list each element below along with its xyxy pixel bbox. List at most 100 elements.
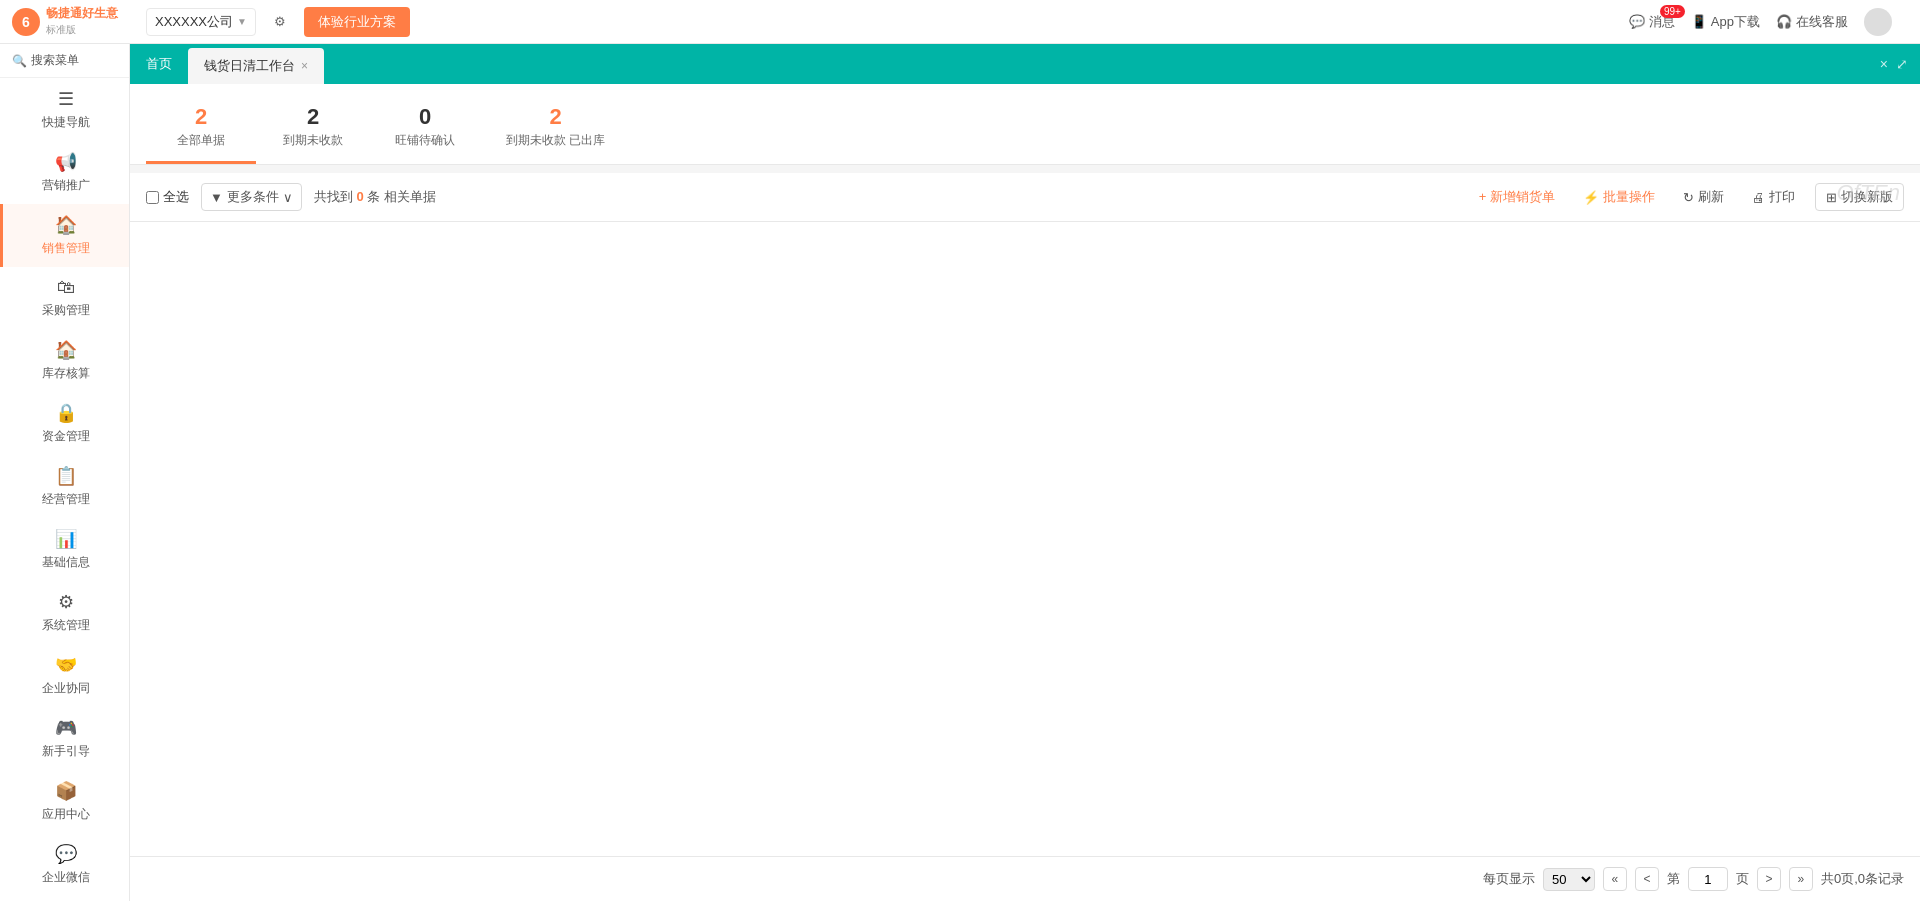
filter-icon: ▼ [210, 190, 223, 205]
sidebar-item-label: 系统管理 [42, 617, 90, 634]
per-page-label: 每页显示 [1483, 870, 1535, 888]
sidebar-item-purchase[interactable]: 🛍 采购管理 [0, 267, 129, 329]
pagination: 每页显示 50 100 200 « < 第 页 > » 共0页,0条记录 [130, 856, 1920, 901]
select-all-label: 全选 [163, 188, 189, 206]
stat-label-all: 全部单据 [177, 132, 225, 149]
sidebar-item-inventory[interactable]: 🏠 库存核算 [0, 329, 129, 392]
main-layout: 🔍 搜索菜单 ☰ 快捷导航 📢 营销推广 🏠 销售管理 🛍 采购管理 🏠 库存核… [0, 44, 1920, 901]
purchase-icon: 🛍 [57, 277, 75, 298]
settings-button[interactable]: ⚙ [264, 6, 296, 38]
messages-button[interactable]: 💬 消息 99+ [1629, 13, 1675, 31]
refresh-label: 刷新 [1698, 188, 1724, 206]
stat-label-pending: 旺铺待确认 [395, 132, 455, 149]
stat-label-overdue: 到期未收款 [283, 132, 343, 149]
online-service-button[interactable]: 🎧 在线客服 [1776, 13, 1848, 31]
sidebar-item-marketing[interactable]: 📢 营销推广 [0, 141, 129, 204]
operations-icon: 📋 [55, 465, 77, 487]
sidebar-item-enterprise-wechat[interactable]: 💬 企业微信 [0, 833, 129, 896]
refresh-button[interactable]: ↻ 刷新 [1675, 184, 1732, 210]
table-area [130, 222, 1920, 856]
select-all-checkbox[interactable]: 全选 [146, 188, 189, 206]
last-page-button[interactable]: » [1789, 867, 1813, 891]
switch-version-button[interactable]: ⊞ 切换新版 [1815, 183, 1904, 211]
finance-icon: 🔒 [55, 402, 77, 424]
tab-bar: 首页 钱货日清工作台 × × ⤢ [130, 44, 1920, 84]
sidebar-item-enterprise-coop[interactable]: 🤝 企业协同 [0, 644, 129, 707]
quick-nav-icon: ☰ [58, 88, 74, 110]
enterprise-coop-icon: 🤝 [55, 654, 77, 676]
active-tab-label: 钱货日清工作台 [204, 57, 295, 75]
sidebar-item-label: 经营管理 [42, 491, 90, 508]
new-guide-icon: 🎮 [55, 717, 77, 739]
tab-close-button[interactable]: × [301, 59, 308, 73]
logo-icon: 6 [12, 8, 40, 36]
sidebar-item-member[interactable]: ♛ 畅会员 [0, 896, 129, 901]
sidebar-item-finance[interactable]: 🔒 资金管理 [0, 392, 129, 455]
stat-count-overdue: 2 [307, 104, 319, 130]
sidebar-item-basic-info[interactable]: 📊 基础信息 [0, 518, 129, 581]
sidebar-item-new-guide[interactable]: 🎮 新手引导 [0, 707, 129, 770]
prev-page-button[interactable]: < [1635, 867, 1659, 891]
basic-info-icon: 📊 [55, 528, 77, 550]
app-download-button[interactable]: 📱 App下载 [1691, 13, 1760, 31]
sidebar-search[interactable]: 🔍 搜索菜单 [0, 44, 129, 78]
search-menu-label: 搜索菜单 [31, 52, 79, 69]
main-content: 首页 钱货日清工作台 × × ⤢ 2 全部单据 2 到期未收款 [130, 44, 1920, 901]
found-text: 共找到 0 条 相关单据 [314, 188, 436, 206]
sidebar-item-label: 快捷导航 [42, 114, 90, 131]
logo-text-area: 畅捷通好生意 标准版 [46, 6, 118, 37]
filter-label: 更多条件 [227, 188, 279, 206]
experience-button[interactable]: 体验行业方案 [304, 7, 410, 37]
sales-icon: 🏠 [55, 214, 77, 236]
company-dropdown-arrow: ▼ [237, 16, 247, 27]
page-unit: 页 [1736, 870, 1749, 888]
next-page-button[interactable]: > [1757, 867, 1781, 891]
select-all-input[interactable] [146, 191, 159, 204]
sidebar-item-label: 企业微信 [42, 869, 90, 886]
sidebar-item-operations[interactable]: 📋 经营管理 [0, 455, 129, 518]
stat-tab-overdue[interactable]: 2 到期未收款 [258, 96, 368, 164]
sidebar-item-label: 采购管理 [42, 302, 90, 319]
tab-minimize-icon[interactable]: × [1880, 56, 1888, 72]
search-icon: 🔍 [12, 54, 27, 68]
refresh-icon: ↻ [1683, 190, 1694, 205]
toolbar-left: 全选 ▼ 更多条件 ∨ 共找到 0 条 相关单据 [146, 183, 1459, 211]
messages-badge: 99+ [1660, 5, 1685, 18]
page-number-input[interactable] [1688, 867, 1728, 891]
toolbar: 全选 ▼ 更多条件 ∨ 共找到 0 条 相关单据 + 新增销货单 [130, 173, 1920, 222]
sidebar-item-sales[interactable]: 🏠 销售管理 [0, 204, 129, 267]
stat-tab-pending[interactable]: 0 旺铺待确认 [370, 96, 480, 164]
home-tab-label: 首页 [146, 55, 172, 73]
sidebar-item-app-center[interactable]: 📦 应用中心 [0, 770, 129, 833]
stat-tab-all[interactable]: 2 全部单据 [146, 96, 256, 164]
stat-tab-overdue-shipped[interactable]: 2 到期未收款 已出库 [482, 96, 629, 164]
filter-button[interactable]: ▼ 更多条件 ∨ [201, 183, 302, 211]
tab-maximize-icon[interactable]: ⤢ [1896, 56, 1908, 72]
sidebar-item-label: 资金管理 [42, 428, 90, 445]
message-icon: 💬 [1629, 14, 1645, 29]
batch-op-button[interactable]: ⚡ 批量操作 [1575, 184, 1663, 210]
switch-icon: ⊞ [1826, 190, 1837, 205]
system-icon: ⚙ [58, 591, 74, 613]
tab-home[interactable]: 首页 [130, 44, 188, 84]
sidebar-item-system[interactable]: ⚙ 系统管理 [0, 581, 129, 644]
phone-icon: 📱 [1691, 14, 1707, 29]
app-center-icon: 📦 [55, 780, 77, 802]
sidebar-item-label: 库存核算 [42, 365, 90, 382]
company-name: XXXXXX公司 [155, 13, 233, 31]
total-label: 共0页,0条记录 [1821, 870, 1904, 888]
tab-active[interactable]: 钱货日清工作台 × [188, 48, 324, 84]
headset-icon: 🎧 [1776, 14, 1792, 29]
user-avatar[interactable] [1864, 8, 1892, 36]
logo-badge: 标准版 [46, 23, 118, 37]
first-page-button[interactable]: « [1603, 867, 1627, 891]
stat-count-overdue-shipped: 2 [550, 104, 562, 130]
per-page-select[interactable]: 50 100 200 [1543, 868, 1595, 891]
sidebar-item-quick-nav[interactable]: ☰ 快捷导航 [0, 78, 129, 141]
company-selector[interactable]: XXXXXX公司 ▼ [146, 8, 256, 36]
print-button[interactable]: 🖨 打印 [1744, 184, 1803, 210]
page-label: 第 [1667, 870, 1680, 888]
new-sale-button[interactable]: + 新增销货单 [1471, 184, 1563, 210]
print-label: 打印 [1769, 188, 1795, 206]
toolbar-right: + 新增销货单 ⚡ 批量操作 ↻ 刷新 🖨 打印 ⊞ [1471, 183, 1904, 211]
